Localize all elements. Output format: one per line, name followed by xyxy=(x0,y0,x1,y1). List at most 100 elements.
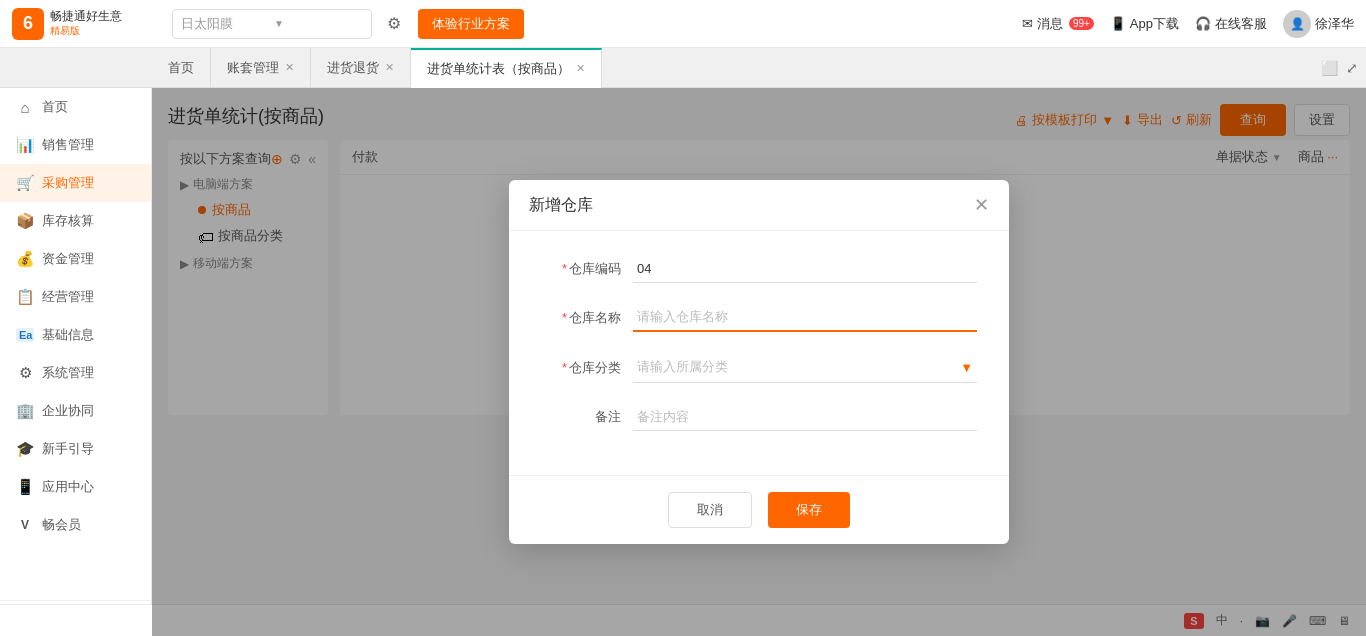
sidebar-item-guide[interactable]: 🎓 新手引导 xyxy=(0,430,151,468)
logo-icon: 6 xyxy=(12,8,44,40)
customer-service-button[interactable]: 🎧 在线客服 xyxy=(1195,15,1267,33)
dialog-overlay[interactable]: 新增仓库 ✕ 仓库编码 仓库名称 仓库分类 xyxy=(152,88,1366,636)
sidebar-label-operations: 经营管理 xyxy=(42,288,94,306)
tab-account[interactable]: 账套管理 ✕ xyxy=(211,48,311,88)
category-dropdown-arrow: ▼ xyxy=(960,360,973,375)
trial-button[interactable]: 体验行业方案 xyxy=(418,9,524,39)
messages-badge: 99+ xyxy=(1069,17,1094,30)
dialog-footer: 取消 保存 xyxy=(509,475,1009,544)
name-label: 仓库名称 xyxy=(541,309,621,327)
dialog-title: 新增仓库 xyxy=(529,195,593,216)
sidebar-item-system[interactable]: ⚙ 系统管理 xyxy=(0,354,151,392)
sidebar-label-home: 首页 xyxy=(42,98,68,116)
basic-info-icon: Ea xyxy=(16,328,34,342)
sales-icon: 📊 xyxy=(16,136,34,154)
save-button[interactable]: 保存 xyxy=(768,492,850,528)
tab-restore-btn[interactable]: ⬜ xyxy=(1321,60,1338,76)
sidebar-label-vip: 畅会员 xyxy=(42,516,81,534)
tab-account-label: 账套管理 xyxy=(227,59,279,77)
headphone-icon: 🎧 xyxy=(1195,16,1211,31)
form-row-category: 仓库分类 请输入所属分类 ▼ xyxy=(541,352,977,383)
app-download-label: App下载 xyxy=(1130,15,1179,33)
dialog-body: 仓库编码 仓库名称 仓库分类 请输入所属分类 ▼ xyxy=(509,231,1009,475)
system-icon: ⚙ xyxy=(16,364,34,382)
sidebar-label-guide: 新手引导 xyxy=(42,440,94,458)
sidebar-label-inventory: 库存核算 xyxy=(42,212,94,230)
sidebar-item-home[interactable]: ⌂ 首页 xyxy=(0,88,151,126)
avatar: 👤 xyxy=(1283,10,1311,38)
operations-icon: 📋 xyxy=(16,288,34,306)
guide-icon: 🎓 xyxy=(16,440,34,458)
sidebar-label-enterprise: 企业协同 xyxy=(42,402,94,420)
vip-icon: V xyxy=(16,518,34,532)
inventory-icon: 📦 xyxy=(16,212,34,230)
tab-purchase-stats-label: 进货单统计表（按商品） xyxy=(427,60,570,78)
sidebar-item-basic-info[interactable]: Ea 基础信息 xyxy=(0,316,151,354)
sidebar-label-system: 系统管理 xyxy=(42,364,94,382)
category-label: 仓库分类 xyxy=(541,359,621,377)
enterprise-icon: 🏢 xyxy=(16,402,34,420)
tab-purchase-stats[interactable]: 进货单统计表（按商品） ✕ xyxy=(411,48,602,88)
tab-right-controls: ⬜ ⤢ xyxy=(1321,60,1366,76)
purchase-icon: 🛒 xyxy=(16,174,34,192)
sidebar-item-purchase[interactable]: 🛒 采购管理 xyxy=(0,164,151,202)
customer-service-label: 在线客服 xyxy=(1215,15,1267,33)
cancel-button[interactable]: 取消 xyxy=(668,492,752,528)
form-row-name: 仓库名称 xyxy=(541,303,977,332)
home-icon: ⌂ xyxy=(16,99,34,116)
message-icon: ✉ xyxy=(1022,16,1033,31)
tab-home[interactable]: 首页 xyxy=(152,48,211,88)
sidebar-label-basic-info: 基础信息 xyxy=(42,326,94,344)
logo-char: 6 xyxy=(23,13,33,34)
username-label: 徐泽华 xyxy=(1315,15,1354,33)
tab-purchase-stats-close[interactable]: ✕ xyxy=(576,62,585,75)
header-right: ✉ 消息 99+ 📱 App下载 🎧 在线客服 👤 徐泽华 xyxy=(1022,10,1354,38)
finance-icon: 💰 xyxy=(16,250,34,268)
sidebar-item-enterprise[interactable]: 🏢 企业协同 xyxy=(0,392,151,430)
search-dropdown-arrow[interactable]: ▼ xyxy=(274,18,363,29)
user-menu-button[interactable]: 👤 徐泽华 xyxy=(1283,10,1354,38)
sidebar: ⌂ 首页 📊 销售管理 🛒 采购管理 📦 库存核算 💰 资金管理 📋 经营管理 … xyxy=(0,88,152,636)
remark-input[interactable] xyxy=(633,403,977,431)
category-placeholder: 请输入所属分类 xyxy=(637,358,728,376)
top-header: 6 畅捷通好生意 精易版 日太阳膜 ▼ ⚙ 体验行业方案 ✉ 消息 99+ 📱 … xyxy=(0,0,1366,48)
messages-button[interactable]: ✉ 消息 99+ xyxy=(1022,15,1094,33)
header-search-text: 日太阳膜 xyxy=(181,15,270,33)
tab-account-close[interactable]: ✕ xyxy=(285,61,294,74)
messages-label: 消息 xyxy=(1037,15,1063,33)
sidebar-label-apps: 应用中心 xyxy=(42,478,94,496)
tab-home-label: 首页 xyxy=(168,59,194,77)
tab-fullscreen-btn[interactable]: ⤢ xyxy=(1346,60,1358,76)
dialog-close-button[interactable]: ✕ xyxy=(974,194,989,216)
sidebar-item-apps[interactable]: 📱 应用中心 xyxy=(0,468,151,506)
sidebar-label-sales: 销售管理 xyxy=(42,136,94,154)
mobile-icon: 📱 xyxy=(1110,16,1126,31)
code-input[interactable] xyxy=(633,255,977,283)
gear-button[interactable]: ⚙ xyxy=(378,8,410,40)
logo-badge: 精易版 xyxy=(50,24,122,38)
apps-icon: 📱 xyxy=(16,478,34,496)
logo-name: 畅捷通好生意 xyxy=(50,9,122,25)
code-label: 仓库编码 xyxy=(541,260,621,278)
tab-purchase-return-close[interactable]: ✕ xyxy=(385,61,394,74)
dialog-header: 新增仓库 ✕ xyxy=(509,180,1009,231)
sidebar-label-purchase: 采购管理 xyxy=(42,174,94,192)
tab-purchase-return-label: 进货退货 xyxy=(327,59,379,77)
tab-purchase-return[interactable]: 进货退货 ✕ xyxy=(311,48,411,88)
sidebar-label-finance: 资金管理 xyxy=(42,250,94,268)
tab-bar: 首页 账套管理 ✕ 进货退货 ✕ 进货单统计表（按商品） ✕ ⬜ ⤢ xyxy=(0,48,1366,88)
sidebar-item-sales[interactable]: 📊 销售管理 xyxy=(0,126,151,164)
category-select[interactable]: 请输入所属分类 ▼ xyxy=(633,352,977,383)
app-download-button[interactable]: 📱 App下载 xyxy=(1110,15,1179,33)
name-input[interactable] xyxy=(633,303,977,332)
header-search-box[interactable]: 日太阳膜 ▼ xyxy=(172,9,372,39)
sidebar-item-finance[interactable]: 💰 资金管理 xyxy=(0,240,151,278)
sidebar-item-vip[interactable]: V 畅会员 xyxy=(0,506,151,544)
form-row-remark: 备注 xyxy=(541,403,977,431)
sidebar-item-inventory[interactable]: 📦 库存核算 xyxy=(0,202,151,240)
remark-label: 备注 xyxy=(541,408,621,426)
form-row-code: 仓库编码 xyxy=(541,255,977,283)
sidebar-item-operations[interactable]: 📋 经营管理 xyxy=(0,278,151,316)
content-area: 进货单统计(按商品) 🖨 按模板打印 ▼ ⬇ 导出 ↺ 刷新 查询 设置 xyxy=(152,88,1366,636)
logo-area: 6 畅捷通好生意 精易版 xyxy=(12,8,164,40)
